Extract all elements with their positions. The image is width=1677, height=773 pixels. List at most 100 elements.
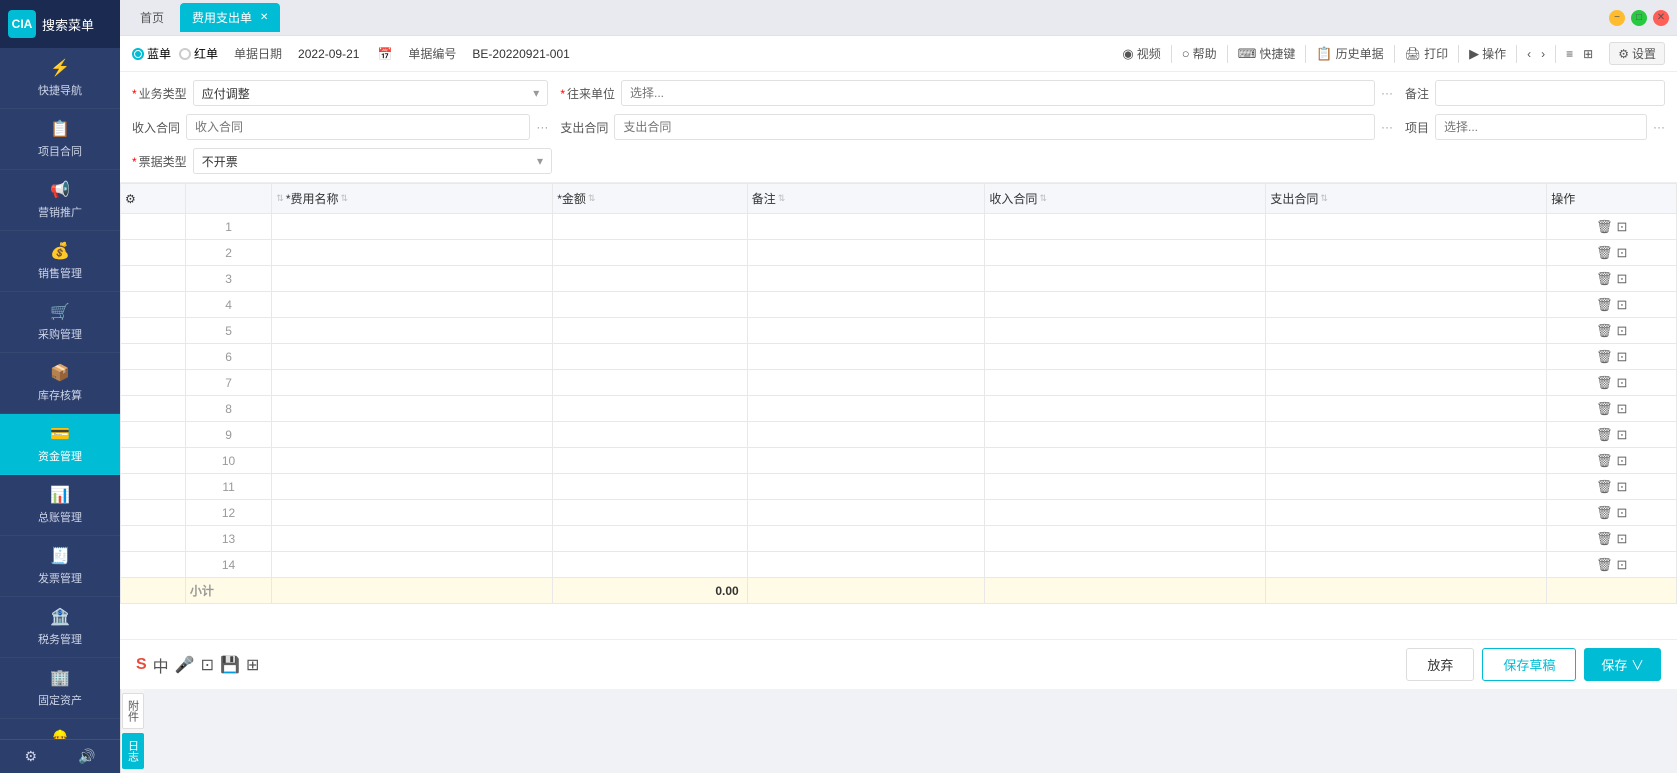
row-amount-9[interactable] [553,422,748,448]
row-expense-contract-14[interactable] [1266,552,1547,578]
row-income-contract-7[interactable] [985,370,1266,396]
row-remark-2[interactable] [747,240,985,266]
row-expense-name-11[interactable] [272,474,553,500]
col-remark[interactable]: 备注 ⇅ [747,184,985,214]
row-expense-contract-1[interactable] [1266,214,1547,240]
row-expense-contract-6[interactable] [1266,344,1547,370]
minimize-button[interactable]: − [1609,10,1625,26]
income-more-icon[interactable]: ··· [536,120,548,134]
expense-more-icon[interactable]: ··· [1381,120,1393,134]
view-grid-btn[interactable]: ⊞ [1583,47,1593,61]
copy-row-9-icon[interactable]: ⊡ [1616,427,1627,443]
copy-row-8-icon[interactable]: ⊡ [1616,401,1627,417]
row-expense-contract-13[interactable] [1266,526,1547,552]
col-expense-name[interactable]: ⇅ *费用名称 ⇅ [272,184,553,214]
delete-row-5-icon[interactable]: 🗑 [1596,323,1613,339]
copy-row-14-icon[interactable]: ⊡ [1616,557,1627,573]
row-expense-name-9[interactable] [272,422,553,448]
delete-row-6-icon[interactable]: 🗑 [1596,349,1613,365]
copy-row-3-icon[interactable]: ⊡ [1616,271,1627,287]
project-input[interactable] [1435,114,1647,140]
row-expense-contract-5[interactable] [1266,318,1547,344]
row-expense-name-5[interactable] [272,318,553,344]
row-amount-1[interactable] [553,214,748,240]
sidebar-item-purchase-mgmt[interactable]: 🛒采购管理 [0,292,120,353]
zhong-icon[interactable]: 中 [153,653,169,677]
row-remark-5[interactable] [747,318,985,344]
copy-row-12-icon[interactable]: ⊡ [1616,505,1627,521]
row-expense-contract-9[interactable] [1266,422,1547,448]
row-amount-6[interactable] [553,344,748,370]
row-expense-contract-10[interactable] [1266,448,1547,474]
tab-expense-order[interactable]: 费用支出单 ✕ [180,3,280,32]
copy-row-10-icon[interactable]: ⊡ [1616,453,1627,469]
sidebar-item-inventory[interactable]: 📦库存核算 [0,353,120,414]
save-icon[interactable]: 💾 [220,655,240,675]
delete-row-8-icon[interactable]: 🗑 [1596,401,1613,417]
row-amount-11[interactable] [553,474,748,500]
row-remark-13[interactable] [747,526,985,552]
copy-row-1-icon[interactable]: ⊡ [1616,219,1627,235]
row-income-contract-5[interactable] [985,318,1266,344]
row-remark-8[interactable] [747,396,985,422]
col-settings[interactable]: ⚙ [121,184,186,214]
sidebar-item-sales-mgmt[interactable]: 💰销售管理 [0,231,120,292]
right-tab-attach[interactable]: 附件 [122,693,144,729]
delete-row-2-icon[interactable]: 🗑 [1596,245,1613,261]
radio-red[interactable]: 红单 [179,45,218,62]
mic-icon[interactable]: 🎤 [175,655,195,675]
col-income-contract[interactable]: 收入合同 ⇅ [985,184,1266,214]
settings-icon[interactable]: ⚙ [25,748,38,765]
business-type-select[interactable]: 应付调整 ▾ [193,80,549,106]
row-expense-name-4[interactable] [272,292,553,318]
delete-row-3-icon[interactable]: 🗑 [1596,271,1613,287]
row-income-contract-4[interactable] [985,292,1266,318]
maximize-button[interactable]: □ [1631,10,1647,26]
row-expense-contract-8[interactable] [1266,396,1547,422]
row-expense-name-10[interactable] [272,448,553,474]
row-income-contract-6[interactable] [985,344,1266,370]
delete-row-9-icon[interactable]: 🗑 [1596,427,1613,443]
delete-row-13-icon[interactable]: 🗑 [1596,531,1613,547]
col-expense-contract[interactable]: 支出合同 ⇅ [1266,184,1547,214]
row-amount-5[interactable] [553,318,748,344]
row-expense-name-8[interactable] [272,396,553,422]
copy-row-2-icon[interactable]: ⊡ [1616,245,1627,261]
row-remark-9[interactable] [747,422,985,448]
operation-btn[interactable]: ▶ 操作 [1469,45,1506,62]
calendar-icon[interactable]: 📅 [377,47,392,61]
sidebar-item-salary[interactable]: 👷工资 [0,719,120,739]
close-button[interactable]: ✕ [1653,10,1669,26]
row-expense-contract-7[interactable] [1266,370,1547,396]
row-amount-3[interactable] [553,266,748,292]
tab-home[interactable]: 首页 [128,3,176,32]
row-income-contract-1[interactable] [985,214,1266,240]
row-remark-11[interactable] [747,474,985,500]
row-expense-name-12[interactable] [272,500,553,526]
row-income-contract-12[interactable] [985,500,1266,526]
row-remark-1[interactable] [747,214,985,240]
row-remark-3[interactable] [747,266,985,292]
save-main-button[interactable]: 保存 ∨ [1585,649,1660,680]
counterpart-more-icon[interactable]: ··· [1381,86,1393,100]
row-expense-contract-3[interactable] [1266,266,1547,292]
row-expense-name-2[interactable] [272,240,553,266]
copy-row-5-icon[interactable]: ⊡ [1616,323,1627,339]
row-amount-12[interactable] [553,500,748,526]
copy-icon[interactable]: ⊡ [201,655,214,675]
delete-row-14-icon[interactable]: 🗑 [1596,557,1613,573]
counterpart-input[interactable] [621,80,1375,106]
video-btn[interactable]: ◉ 视频 [1122,45,1160,62]
grid-icon[interactable]: ⊞ [246,655,259,675]
copy-row-7-icon[interactable]: ⊡ [1616,375,1627,391]
copy-row-4-icon[interactable]: ⊡ [1616,297,1627,313]
sidebar-item-fund-mgmt[interactable]: 💳资金管理 [0,414,120,475]
row-amount-2[interactable] [553,240,748,266]
remark-input[interactable] [1435,80,1665,106]
sidebar-item-project-contract[interactable]: 📋项目合同 [0,109,120,170]
row-remark-12[interactable] [747,500,985,526]
row-expense-contract-4[interactable] [1266,292,1547,318]
sidebar-item-quick-nav[interactable]: ⚡快捷导航 [0,48,120,109]
copy-row-13-icon[interactable]: ⊡ [1616,531,1627,547]
print-btn[interactable]: 🖨 打印 [1405,45,1449,62]
